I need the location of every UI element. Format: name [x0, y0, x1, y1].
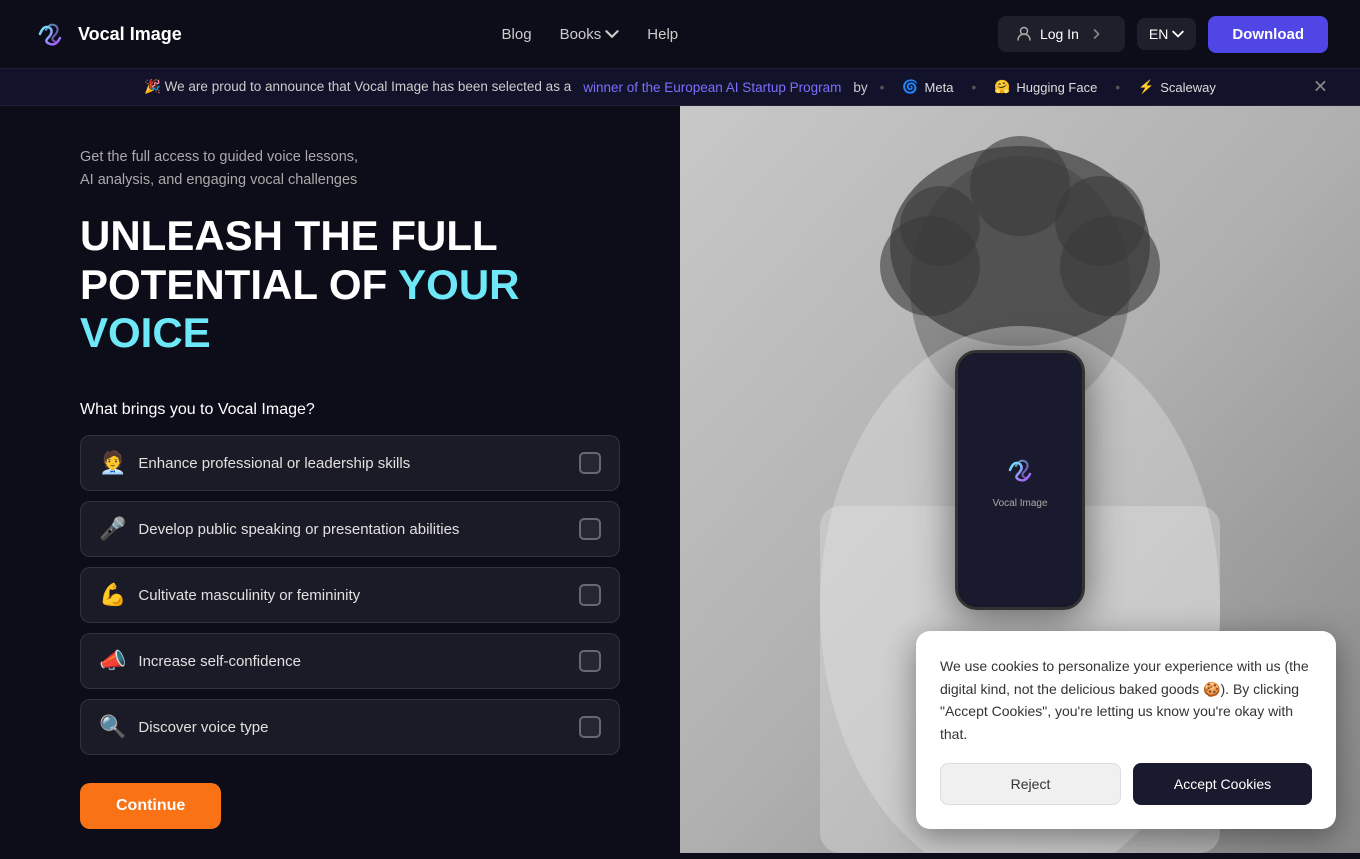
navbar-actions: Log In EN Download [998, 16, 1328, 53]
books-chevron-icon [605, 27, 619, 41]
hero-headline: UNLEASH THE FULL POTENTIAL OF YOUR VOICE [80, 212, 620, 357]
user-icon [1016, 26, 1032, 42]
right-panel: Vocal Image We use cookies to personaliz… [680, 106, 1360, 853]
navbar: Vocal Image Blog Books Help Log In EN Do… [0, 0, 1360, 68]
option-masculinity[interactable]: 💪 Cultivate masculinity or femininity [80, 567, 620, 623]
voice-type-label: Discover voice type [138, 719, 268, 736]
winner-link[interactable]: winner of the European AI Startup Progra… [583, 80, 841, 95]
nav-help[interactable]: Help [647, 26, 678, 43]
option-voice-type[interactable]: 🔍 Discover voice type [80, 699, 620, 755]
phone-app-name: Vocal Image [992, 498, 1047, 509]
hero-subtitle: Get the full access to guided voice less… [80, 146, 620, 192]
phone-screen: Vocal Image [958, 353, 1082, 607]
download-button[interactable]: Download [1208, 16, 1328, 53]
announcement-banner: 🎉 We are proud to announce that Vocal Im… [0, 68, 1360, 106]
partner-scaleway: ⚡ Scaleway [1138, 79, 1216, 95]
logo-area: Vocal Image [32, 16, 182, 52]
speaking-emoji: 🎤 [99, 516, 126, 542]
voice-type-emoji: 🔍 [99, 714, 126, 740]
confidence-checkbox[interactable] [579, 650, 601, 672]
cookie-banner: We use cookies to personalize your exper… [916, 631, 1336, 829]
masculinity-emoji: 💪 [99, 582, 126, 608]
banner-close-button[interactable]: ✕ [1313, 77, 1328, 98]
cookie-buttons: Reject Accept Cookies [940, 763, 1312, 805]
language-selector[interactable]: EN [1137, 18, 1196, 50]
option-left-voice-type: 🔍 Discover voice type [99, 714, 268, 740]
phone-app-logo [1000, 450, 1040, 490]
leadership-checkbox[interactable] [579, 452, 601, 474]
option-left-leadership: 🧑‍💼 Enhance professional or leadership s… [99, 450, 410, 476]
reject-cookies-button[interactable]: Reject [940, 763, 1121, 805]
continue-button[interactable]: Continue [80, 783, 221, 829]
dot-1: • [880, 80, 885, 95]
option-leadership[interactable]: 🧑‍💼 Enhance professional or leadership s… [80, 435, 620, 491]
partner-huggingface: 🤗 Hugging Face [994, 79, 1097, 95]
partner-logos: • 🌀 Meta • 🤗 Hugging Face • ⚡ Scaleway [880, 79, 1216, 95]
leadership-emoji: 🧑‍💼 [99, 450, 126, 476]
voice-type-checkbox[interactable] [579, 716, 601, 738]
option-left-confidence: 📣 Increase self-confidence [99, 648, 301, 674]
scaleway-icon: ⚡ [1138, 79, 1154, 95]
nav-blog[interactable]: Blog [502, 26, 532, 43]
phone-mockup: Vocal Image [955, 350, 1085, 610]
option-left-masculinity: 💪 Cultivate masculinity or femininity [99, 582, 360, 608]
dot-3: • [1115, 80, 1120, 95]
main-layout: Get the full access to guided voice less… [0, 106, 1360, 853]
option-confidence[interactable]: 📣 Increase self-confidence [80, 633, 620, 689]
option-left-speaking: 🎤 Develop public speaking or presentatio… [99, 516, 459, 542]
speaking-label: Develop public speaking or presentation … [138, 521, 459, 538]
login-arrow-icon [1087, 24, 1107, 44]
confidence-label: Increase self-confidence [138, 653, 301, 670]
nav-books[interactable]: Books [560, 26, 620, 43]
section-question: What brings you to Vocal Image? [80, 401, 620, 419]
accept-cookies-button[interactable]: Accept Cookies [1133, 763, 1312, 805]
huggingface-icon: 🤗 [994, 79, 1010, 95]
speaking-checkbox[interactable] [579, 518, 601, 540]
masculinity-checkbox[interactable] [579, 584, 601, 606]
partner-meta: 🌀 Meta [902, 79, 953, 95]
cookie-text: We use cookies to personalize your exper… [940, 655, 1312, 745]
brand-name: Vocal Image [78, 24, 182, 45]
dot-2: • [971, 80, 976, 95]
meta-icon: 🌀 [902, 79, 918, 95]
left-panel: Get the full access to guided voice less… [0, 106, 680, 853]
leadership-label: Enhance professional or leadership skill… [138, 455, 410, 472]
masculinity-label: Cultivate masculinity or femininity [138, 587, 360, 604]
confidence-emoji: 📣 [99, 648, 126, 674]
lang-chevron-icon [1172, 30, 1184, 38]
options-list: 🧑‍💼 Enhance professional or leadership s… [80, 435, 620, 755]
logo-icon [32, 16, 68, 52]
option-speaking[interactable]: 🎤 Develop public speaking or presentatio… [80, 501, 620, 557]
nav-links: Blog Books Help [502, 26, 679, 43]
login-button[interactable]: Log In [998, 16, 1125, 52]
